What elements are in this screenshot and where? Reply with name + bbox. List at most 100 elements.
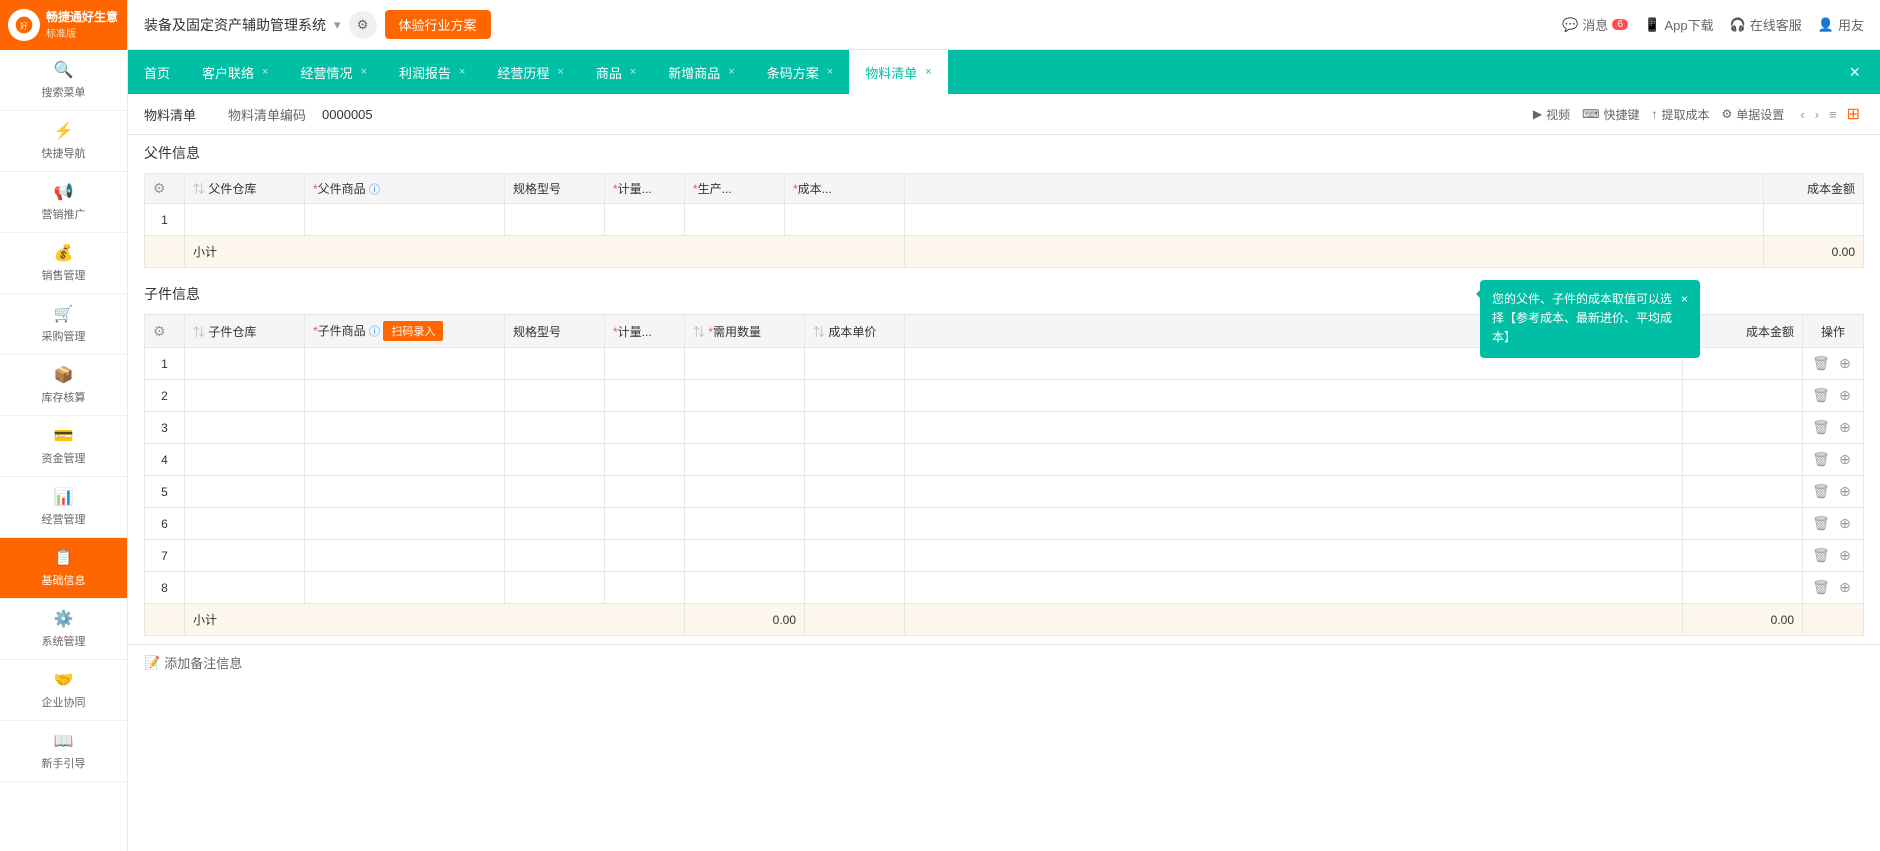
child-row-1-unit[interactable]	[605, 348, 685, 380]
tab-goods-close[interactable]: ×	[630, 66, 636, 78]
sidebar-item-basic[interactable]: 📋 基础信息	[0, 538, 127, 599]
trial-button[interactable]: 体验行业方案	[385, 10, 491, 39]
child-row-2-qty[interactable]	[685, 380, 805, 412]
tab-goods-label: 商品	[596, 63, 622, 82]
copy-icon-6[interactable]: ⊕	[1835, 514, 1855, 534]
child-row-2-warehouse[interactable]	[185, 380, 305, 412]
child-row-4-num: 4	[145, 444, 185, 476]
child-row-2-unit[interactable]	[605, 380, 685, 412]
breadcrumb-current[interactable]: 物料清单	[144, 105, 196, 124]
sidebar-item-finance[interactable]: 💳 资金管理	[0, 416, 127, 477]
copy-icon-5[interactable]: ⊕	[1835, 482, 1855, 502]
tab-profit[interactable]: 利润报告 ×	[383, 50, 481, 94]
child-gear-icon[interactable]: ⚙	[153, 323, 166, 339]
shortcut-button[interactable]: ⌨ 快捷键	[1582, 106, 1639, 123]
list-view-icon[interactable]: ≡	[1825, 105, 1841, 124]
copy-icon[interactable]: ⊕	[1835, 354, 1855, 374]
sidebar-item-inventory[interactable]: 📦 库存核算	[0, 355, 127, 416]
child-row-3-qty[interactable]	[685, 412, 805, 444]
child-row-3-product[interactable]	[305, 412, 505, 444]
delete-icon-7[interactable]: 🗑	[1811, 546, 1831, 566]
tab-ops-close[interactable]: ×	[360, 66, 366, 78]
child-row-1-unit-cost[interactable]	[805, 348, 905, 380]
tab-new-goods[interactable]: 新增商品 ×	[652, 50, 750, 94]
copy-icon-4[interactable]: ⊕	[1835, 450, 1855, 470]
child-row-1-warehouse[interactable]	[185, 348, 305, 380]
parent-row-1-warehouse[interactable]	[185, 204, 305, 236]
sidebar-item-quick-nav[interactable]: ⚡ 快捷导航	[0, 111, 127, 172]
tab-profit-close[interactable]: ×	[459, 66, 465, 78]
sidebar-item-system[interactable]: ⚙️ 系统管理	[0, 599, 127, 660]
tab-barcode-close[interactable]: ×	[827, 66, 833, 78]
scan-button[interactable]: 扫码录入	[383, 321, 443, 341]
copy-icon-8[interactable]: ⊕	[1835, 578, 1855, 598]
delete-icon[interactable]: 🗑	[1811, 354, 1831, 374]
tab-history-close[interactable]: ×	[557, 66, 563, 78]
delete-icon-2[interactable]: 🗑	[1811, 386, 1831, 406]
child-row-2-spec[interactable]	[505, 380, 605, 412]
settings-button[interactable]: ⚙	[349, 11, 377, 39]
tab-customer[interactable]: 客户联络 ×	[186, 50, 284, 94]
child-row-3-warehouse[interactable]	[185, 412, 305, 444]
delete-icon-4[interactable]: 🗑	[1811, 450, 1831, 470]
child-row-1-spec[interactable]	[505, 348, 605, 380]
parent-row-1-produce[interactable]	[685, 204, 785, 236]
close-all-tabs[interactable]: ×	[1837, 62, 1872, 83]
child-row-1-qty[interactable]	[685, 348, 805, 380]
messages-button[interactable]: 💬 消息 6	[1562, 15, 1628, 34]
sidebar-item-sales-label: 销售管理	[42, 267, 86, 283]
child-unit-cost-sort[interactable]: ⇅	[813, 325, 825, 339]
sidebar-item-ops[interactable]: 📊 经营管理	[0, 477, 127, 538]
delete-icon-8[interactable]: 🗑	[1811, 578, 1831, 598]
sidebar-item-search[interactable]: 🔍 搜索菜单	[0, 50, 127, 111]
gear-icon[interactable]: ⚙	[153, 180, 166, 196]
online-service-button[interactable]: 🎧 在线客服	[1730, 15, 1802, 34]
copy-icon-7[interactable]: ⊕	[1835, 546, 1855, 566]
sidebar-item-guide[interactable]: 📖 新手引导	[0, 721, 127, 782]
parent-row-1-spec[interactable]	[505, 204, 605, 236]
parent-row-1-unit[interactable]	[605, 204, 685, 236]
user-button[interactable]: 👤 用友	[1818, 15, 1864, 34]
sidebar-item-purchase[interactable]: 🛒 采购管理	[0, 294, 127, 355]
next-arrow[interactable]: ›	[1811, 105, 1823, 124]
tab-home[interactable]: 首页	[128, 50, 186, 94]
child-row-1-product[interactable]	[305, 348, 505, 380]
copy-icon-3[interactable]: ⊕	[1835, 418, 1855, 438]
child-row-2-unit-cost[interactable]	[805, 380, 905, 412]
tooltip-close-button[interactable]: ×	[1681, 290, 1688, 309]
prev-arrow[interactable]: ‹	[1796, 105, 1808, 124]
tab-history[interactable]: 经营历程 ×	[481, 50, 579, 94]
child-subtotal-qty: 0.00	[685, 604, 805, 636]
child-warehouse-sort[interactable]: ⇅	[193, 325, 205, 339]
table-view-icon[interactable]: ⊞	[1843, 102, 1864, 126]
sidebar-item-marketing[interactable]: 📢 营销推广	[0, 172, 127, 233]
parent-row-1-cost[interactable]	[785, 204, 905, 236]
svg-text:好: 好	[20, 20, 28, 30]
sidebar-item-collab[interactable]: 🤝 企业协同	[0, 660, 127, 721]
child-row-3-unit[interactable]	[605, 412, 685, 444]
single-settings-button[interactable]: ⚙ 单据设置	[1722, 106, 1785, 123]
delete-icon-6[interactable]: 🗑	[1811, 514, 1831, 534]
tab-bom[interactable]: 物料清单 ×	[849, 50, 947, 94]
delete-icon-5[interactable]: 🗑	[1811, 482, 1831, 502]
parent-warehouse-sort[interactable]: ⇅	[193, 182, 205, 196]
video-button[interactable]: ▶ 视频	[1533, 106, 1570, 123]
tab-goods[interactable]: 商品 ×	[580, 50, 652, 94]
tab-bom-close[interactable]: ×	[925, 66, 931, 78]
child-row-3-unit-cost[interactable]	[805, 412, 905, 444]
tab-customer-close[interactable]: ×	[262, 66, 268, 78]
tab-new-goods-close[interactable]: ×	[728, 66, 734, 78]
child-row-2-product[interactable]	[305, 380, 505, 412]
extract-cost-button[interactable]: ↑ 提取成本	[1652, 106, 1710, 123]
add-note-button[interactable]: 📝 添加备注信息	[144, 653, 242, 672]
tab-barcode[interactable]: 条码方案 ×	[751, 50, 849, 94]
delete-icon-3[interactable]: 🗑	[1811, 418, 1831, 438]
system-title-dropdown[interactable]: ▾	[334, 17, 341, 33]
child-qty-sort[interactable]: ⇅	[693, 325, 705, 339]
sidebar-item-sales[interactable]: 💰 销售管理	[0, 233, 127, 294]
copy-icon-2[interactable]: ⊕	[1835, 386, 1855, 406]
app-download-button[interactable]: 📱 App下载	[1644, 15, 1713, 34]
child-row-3-spec[interactable]	[505, 412, 605, 444]
parent-row-1-product[interactable]	[305, 204, 505, 236]
tab-ops[interactable]: 经营情况 ×	[284, 50, 382, 94]
